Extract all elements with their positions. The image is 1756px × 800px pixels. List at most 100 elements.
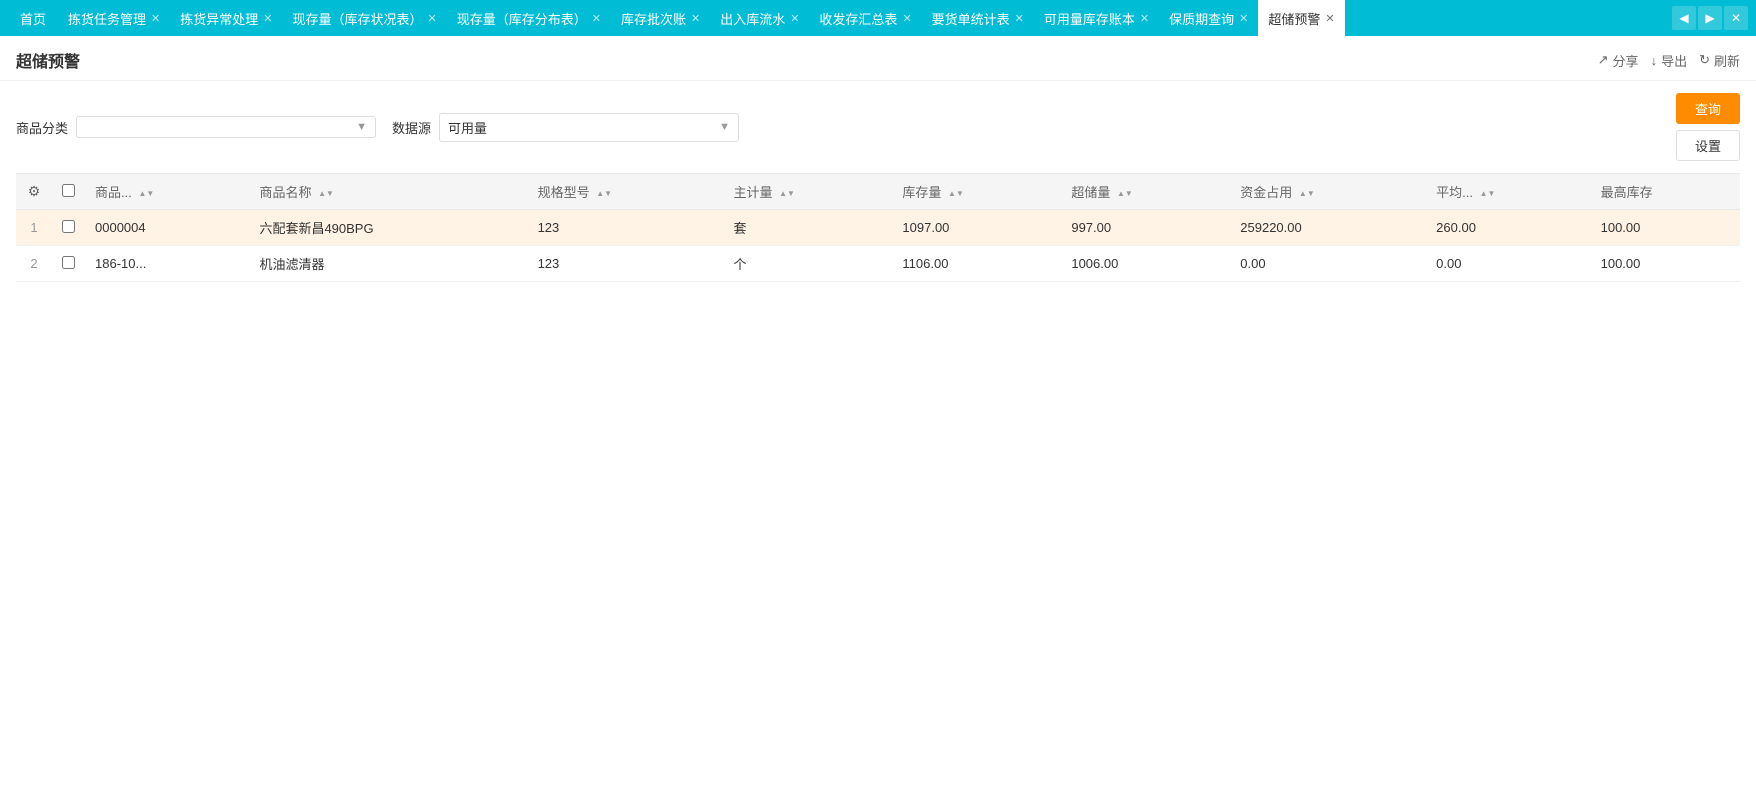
nav-tab-5[interactable]: 出入库流水 ✕	[710, 0, 809, 36]
row-checkbox[interactable]	[62, 256, 75, 269]
cell-unit: 套	[723, 210, 892, 246]
datasource-chevron-icon: ▼	[719, 121, 730, 133]
sort-icon-unit: ▲▼	[779, 189, 795, 198]
cell-capital: 0.00	[1230, 246, 1426, 282]
col-product-name[interactable]: 商品名称 ▲▼	[249, 174, 527, 210]
nav-bar: 首页 拣货任务管理 ✕ 拣货异常处理 ✕ 现存量（库存状况表） ✕ 现存量（库存…	[0, 0, 1756, 36]
close-tab-7[interactable]: ✕	[1015, 12, 1024, 25]
category-label: 商品分类	[16, 118, 68, 137]
select-all-checkbox[interactable]	[62, 184, 75, 197]
cell-product-name: 六配套新昌490BPG	[249, 210, 527, 246]
datasource-label: 数据源	[392, 118, 431, 137]
close-tab-6[interactable]: ✕	[902, 12, 911, 25]
nav-tab-2[interactable]: 现存量（库存状况表） ✕	[282, 0, 446, 36]
query-button[interactable]: 查询	[1676, 93, 1740, 124]
gear-icon[interactable]: ⚙	[28, 183, 41, 199]
close-tab-1[interactable]: ✕	[263, 12, 272, 25]
export-button[interactable]: ↓ 导出	[1651, 51, 1688, 70]
datasource-filter-group: 数据源 可用量 ▼	[392, 113, 739, 142]
sort-icon-name: ▲▼	[318, 189, 334, 198]
close-tab-4[interactable]: ✕	[691, 12, 700, 25]
nav-close-button[interactable]: ✕	[1724, 6, 1748, 30]
category-select[interactable]: ▼	[76, 116, 376, 138]
nav-tab-3[interactable]: 现存量（库存分布表） ✕	[447, 0, 611, 36]
close-tab-9[interactable]: ✕	[1239, 12, 1248, 25]
header-actions: ↗ 分享 ↓ 导出 ↻ 刷新	[1598, 51, 1740, 70]
sort-icon-spec: ▲▼	[596, 189, 612, 198]
table-header-row: ⚙ 商品... ▲▼ 商品名称 ▲▼ 规格型号 ▲▼	[16, 174, 1740, 210]
data-table: ⚙ 商品... ▲▼ 商品名称 ▲▼ 规格型号 ▲▼	[16, 173, 1740, 282]
sort-icon-overflow: ▲▼	[1117, 189, 1133, 198]
sort-icon-capital: ▲▼	[1299, 189, 1315, 198]
cell-stock: 1106.00	[892, 246, 1061, 282]
share-icon: ↗	[1598, 52, 1609, 68]
nav-tab-7[interactable]: 要货单统计表 ✕	[922, 0, 1034, 36]
settings-button[interactable]: 设置	[1676, 130, 1740, 161]
cell-capital: 259220.00	[1230, 210, 1426, 246]
share-button[interactable]: ↗ 分享	[1598, 51, 1639, 70]
table-container: ⚙ 商品... ▲▼ 商品名称 ▲▼ 规格型号 ▲▼	[0, 173, 1756, 282]
row-checkbox-cell	[52, 246, 85, 282]
close-tab-2[interactable]: ✕	[428, 12, 437, 25]
close-tab-0[interactable]: ✕	[151, 12, 160, 25]
chevron-down-icon: ▼	[356, 121, 367, 133]
col-checkbox	[52, 174, 85, 210]
nav-prev-button[interactable]: ◀	[1672, 6, 1696, 30]
close-tab-8[interactable]: ✕	[1140, 12, 1149, 25]
page-title: 超储预警	[16, 48, 80, 72]
export-icon: ↓	[1651, 53, 1658, 68]
row-num: 1	[16, 210, 52, 246]
nav-tab-6[interactable]: 收发存汇总表 ✕	[809, 0, 921, 36]
cell-overflow: 997.00	[1061, 210, 1230, 246]
sort-icon-stock: ▲▼	[948, 189, 964, 198]
cell-unit: 个	[723, 246, 892, 282]
nav-tab-10[interactable]: 超储预警 ✕	[1258, 0, 1344, 36]
refresh-button[interactable]: ↻ 刷新	[1699, 51, 1740, 70]
col-avg[interactable]: 平均... ▲▼	[1426, 174, 1590, 210]
nav-tab-0[interactable]: 拣货任务管理 ✕	[58, 0, 170, 36]
col-unit[interactable]: 主计量 ▲▼	[723, 174, 892, 210]
cell-avg: 0.00	[1426, 246, 1590, 282]
sort-icon-avg: ▲▼	[1480, 189, 1496, 198]
close-tab-3[interactable]: ✕	[592, 12, 601, 25]
refresh-icon: ↻	[1699, 52, 1710, 68]
col-product-code[interactable]: 商品... ▲▼	[85, 174, 249, 210]
category-filter-group: 商品分类 ▼	[16, 116, 376, 138]
cell-stock: 1097.00	[892, 210, 1061, 246]
nav-tab-9[interactable]: 保质期查询 ✕	[1159, 0, 1258, 36]
cell-overflow: 1006.00	[1061, 246, 1230, 282]
cell-avg: 260.00	[1426, 210, 1590, 246]
nav-tab-8[interactable]: 可用量库存账本 ✕	[1034, 0, 1159, 36]
nav-next-button[interactable]: ▶	[1698, 6, 1722, 30]
close-tab-10[interactable]: ✕	[1325, 12, 1334, 25]
table-row: 1 0000004 六配套新昌490BPG 123 套 1097.00 997.…	[16, 210, 1740, 246]
sort-icon: ▲▼	[138, 189, 154, 198]
row-checkbox[interactable]	[62, 220, 75, 233]
cell-product-code: 0000004	[85, 210, 249, 246]
cell-max-stock: 100.00	[1591, 210, 1740, 246]
row-num: 2	[16, 246, 52, 282]
table-body: 1 0000004 六配套新昌490BPG 123 套 1097.00 997.…	[16, 210, 1740, 282]
page-header: 超储预警 ↗ 分享 ↓ 导出 ↻ 刷新	[0, 36, 1756, 81]
table-row: 2 186-10... 机油滤清器 123 个 1106.00 1006.00 …	[16, 246, 1740, 282]
datasource-select-value: 可用量	[448, 118, 487, 137]
col-settings: ⚙	[16, 174, 52, 210]
col-max-stock[interactable]: 最高库存	[1591, 174, 1740, 210]
datasource-select[interactable]: 可用量 ▼	[439, 113, 739, 142]
cell-product-name: 机油滤清器	[249, 246, 527, 282]
cell-product-code: 186-10...	[85, 246, 249, 282]
close-tab-5[interactable]: ✕	[790, 12, 799, 25]
page-container: 超储预警 ↗ 分享 ↓ 导出 ↻ 刷新 商品分类 ▼ 数据源	[0, 36, 1756, 800]
nav-tab-4[interactable]: 库存批次账 ✕	[611, 0, 710, 36]
nav-home[interactable]: 首页	[8, 9, 58, 28]
cell-max-stock: 100.00	[1591, 246, 1740, 282]
col-stock[interactable]: 库存量 ▲▼	[892, 174, 1061, 210]
right-buttons: 查询 设置	[1676, 93, 1740, 161]
cell-spec: 123	[528, 210, 724, 246]
row-checkbox-cell	[52, 210, 85, 246]
col-capital[interactable]: 资金占用 ▲▼	[1230, 174, 1426, 210]
col-spec[interactable]: 规格型号 ▲▼	[528, 174, 724, 210]
nav-tab-1[interactable]: 拣货异常处理 ✕	[170, 0, 282, 36]
col-overflow[interactable]: 超储量 ▲▼	[1061, 174, 1230, 210]
filter-bar: 商品分类 ▼ 数据源 可用量 ▼ 查询 设置	[0, 81, 1756, 173]
